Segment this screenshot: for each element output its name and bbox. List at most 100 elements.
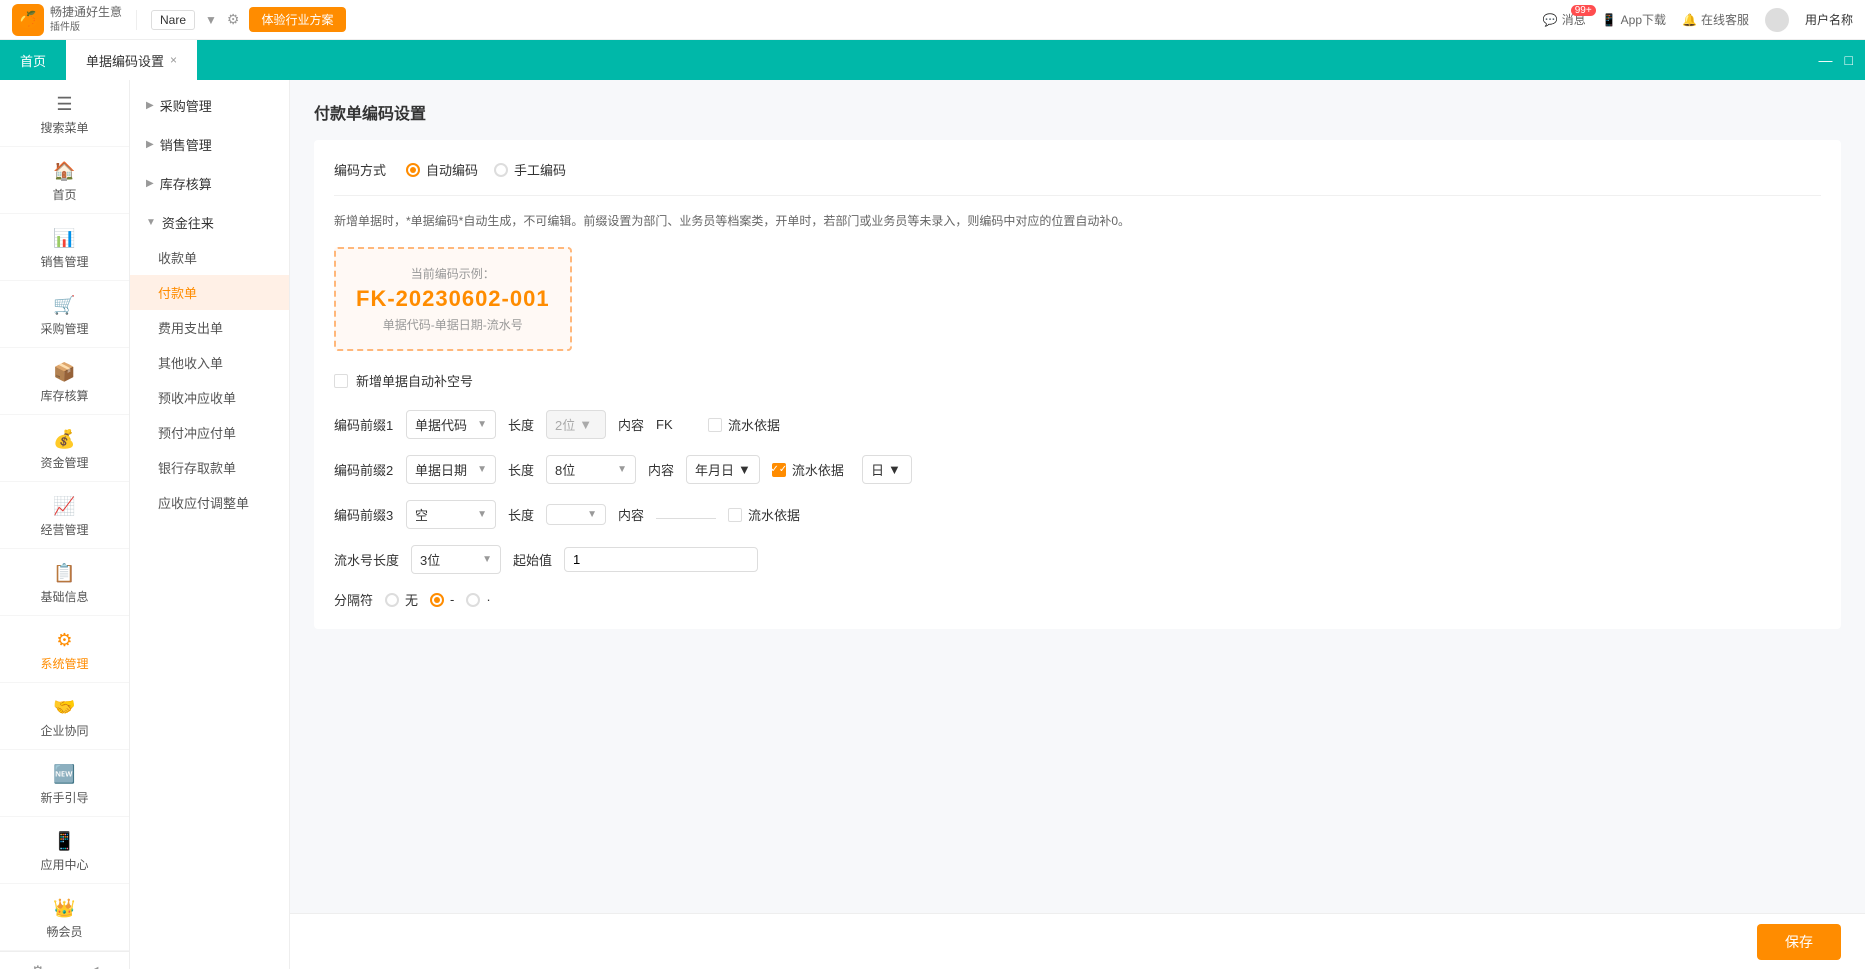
manual-encode-label: 手工编码 xyxy=(514,160,566,179)
prefix3-stream-check[interactable]: 流水依据 xyxy=(728,505,800,524)
divider xyxy=(136,10,137,30)
serial-start-label: 起始值 xyxy=(513,550,552,569)
tab-right-icons: — □ xyxy=(1819,52,1865,68)
prefix3-select[interactable]: 空 ▼ xyxy=(406,500,496,529)
prefix3-length-label: 长度 xyxy=(508,505,534,524)
prefix2-label: 编码前缀2 xyxy=(334,460,394,479)
chevron-right-icon3: ▶ xyxy=(146,178,154,189)
company-selector[interactable]: Nare xyxy=(151,10,195,30)
prefix2-day-select[interactable]: 日 ▼ xyxy=(862,455,912,484)
minimize-icon[interactable]: — xyxy=(1819,52,1833,68)
auto-fill-checkbox[interactable] xyxy=(334,374,348,388)
prefix2-length-select[interactable]: 8位 ▼ xyxy=(546,455,636,484)
prefix2-content-select[interactable]: 年月日 ▼ xyxy=(686,455,760,484)
prefix1-select[interactable]: 单据代码 ▼ xyxy=(406,410,496,439)
sidebar-guide[interactable]: 🆕 新手引导 xyxy=(0,750,129,817)
tab-settings-label: 单据编码设置 xyxy=(86,51,164,70)
app-download-button[interactable]: 📱 App下载 xyxy=(1602,11,1666,28)
sidebar-item-payment[interactable]: 付款单 xyxy=(130,275,289,310)
bottom-collapse-icon[interactable]: ◀ xyxy=(86,962,98,969)
sidebar-system[interactable]: ⚙ 系统管理 xyxy=(0,616,129,683)
prefix1-stream-check[interactable]: 流水依据 xyxy=(708,415,780,434)
company-dropdown-icon[interactable]: ▼ xyxy=(205,13,217,27)
group-inventory-header[interactable]: ▶ 库存核算 xyxy=(130,166,289,201)
group-sales: ▶ 销售管理 xyxy=(130,127,289,162)
group-capital-header[interactable]: ▼ 资金往来 xyxy=(130,205,289,240)
sidebar-bottom: ⚙ ◀ xyxy=(0,951,129,969)
encoding-method-label: 编码方式 xyxy=(334,160,386,179)
tab-settings[interactable]: 单据编码设置 × xyxy=(66,40,197,80)
search-menu-icon: ☰ xyxy=(56,94,72,115)
settings-panel: 编码方式 自动编码 手工编码 新增单据时，*单据编码*自动生成，不可编辑。前缀设… xyxy=(314,140,1841,629)
prefix2-stream-checkbox: ✓ xyxy=(772,463,786,477)
sidebar-member[interactable]: 👑 畅会员 xyxy=(0,884,129,951)
serial-start-input[interactable] xyxy=(564,547,758,572)
sidebar-item-adjust[interactable]: 应收应付调整单 xyxy=(130,485,289,520)
sidebar-sales[interactable]: 📊 销售管理 xyxy=(0,214,129,281)
main-area: 付款单编码设置 编码方式 自动编码 手工编码 xyxy=(290,80,1865,969)
serial-length-select[interactable]: 3位 ▼ xyxy=(411,545,501,574)
sidebar-operations[interactable]: 📈 经营管理 xyxy=(0,482,129,549)
sidebar-app-center[interactable]: 📱 应用中心 xyxy=(0,817,129,884)
sep-none-circle xyxy=(385,593,399,607)
group-sales-header[interactable]: ▶ 销售管理 xyxy=(130,127,289,162)
group-inventory: ▶ 库存核算 xyxy=(130,166,289,201)
avatar[interactable] xyxy=(1765,8,1789,32)
app-center-label: 应用中心 xyxy=(40,856,88,873)
trial-button[interactable]: 体验行业方案 xyxy=(249,7,345,32)
basic-info-label: 基础信息 xyxy=(40,588,88,605)
bottom-settings-icon[interactable]: ⚙ xyxy=(31,962,45,969)
sidebar-item-receipt[interactable]: 收款单 xyxy=(130,240,289,275)
serial-length-value: 3位 xyxy=(420,550,440,569)
sidebar-funds[interactable]: 💰 资金管理 xyxy=(0,415,129,482)
main-tabs: 首页 单据编码设置 × — □ xyxy=(0,40,1865,80)
prefix2-content-value: 年月日 xyxy=(695,460,734,479)
save-button[interactable]: 保存 xyxy=(1757,924,1841,960)
message-button[interactable]: 💬 消息 99+ xyxy=(1543,11,1586,28)
settings-icon[interactable]: ⚙ xyxy=(227,11,240,28)
prefix3-length-select[interactable]: ▼ xyxy=(546,504,606,525)
sidebar-purchase[interactable]: 🛒 采购管理 xyxy=(0,281,129,348)
group-sales-label: 销售管理 xyxy=(160,135,212,154)
prefix2-stream-check[interactable]: ✓ 流水依据 xyxy=(772,460,844,479)
group-purchase-label: 采购管理 xyxy=(160,96,212,115)
group-purchase-header[interactable]: ▶ 采购管理 xyxy=(130,88,289,123)
sep-dot-radio[interactable]: - xyxy=(430,592,454,607)
sidebar-item-prepay-offset[interactable]: 预收冲应收单 xyxy=(130,380,289,415)
prefix2-select[interactable]: 单据日期 ▼ xyxy=(406,455,496,484)
sep-none-label: 无 xyxy=(405,590,418,609)
prefix3-content-value xyxy=(656,510,716,519)
sidebar-home[interactable]: 🏠 首页 xyxy=(0,147,129,214)
sidebar-inventory[interactable]: 📦 库存核算 xyxy=(0,348,129,415)
prefix1-length-select[interactable]: 2位 ▼ xyxy=(546,410,606,439)
prefix2-content-label: 内容 xyxy=(648,460,674,479)
prefix3-stream-checkbox xyxy=(728,508,742,522)
sidebar-item-advance-offset[interactable]: 预付冲应付单 xyxy=(130,415,289,450)
sep-dot2-radio[interactable]: · xyxy=(466,592,490,607)
sep-none-radio[interactable]: 无 xyxy=(385,590,418,609)
funds-icon: 💰 xyxy=(53,429,75,450)
sidebar-item-expense[interactable]: 费用支出单 xyxy=(130,310,289,345)
manual-encode-radio[interactable]: 手工编码 xyxy=(494,160,566,179)
purchase-label: 采购管理 xyxy=(40,320,88,337)
tab-settings-close[interactable]: × xyxy=(170,53,177,67)
maximize-icon[interactable]: □ xyxy=(1845,52,1853,68)
member-icon: 👑 xyxy=(53,898,75,919)
prefix2-day-value: 日 xyxy=(871,460,884,479)
online-service-icon: 🔔 xyxy=(1682,13,1697,27)
online-service-button[interactable]: 🔔 在线客服 xyxy=(1682,11,1749,28)
sidebar-search-menu[interactable]: ☰ 搜索菜单 xyxy=(0,80,129,147)
sidebar-basic-info[interactable]: 📋 基础信息 xyxy=(0,549,129,616)
operations-label: 经营管理 xyxy=(40,521,88,538)
member-label: 畅会员 xyxy=(46,923,82,940)
auto-encode-radio[interactable]: 自动编码 xyxy=(406,160,478,179)
purchase-icon: 🛒 xyxy=(53,295,75,316)
content-area: ☰ 搜索菜单 🏠 首页 📊 销售管理 🛒 采购管理 📦 库存核算 💰 资金管理 … xyxy=(0,80,1865,969)
chevron-right-icon: ▶ xyxy=(146,100,154,111)
sidebar-enterprise[interactable]: 🤝 企业协同 xyxy=(0,683,129,750)
username[interactable]: 用户名称 xyxy=(1805,11,1853,28)
tab-home[interactable]: 首页 xyxy=(0,40,66,80)
sidebar-item-bank[interactable]: 银行存取款单 xyxy=(130,450,289,485)
sidebar-item-other-income[interactable]: 其他收入单 xyxy=(130,345,289,380)
tab-home-label: 首页 xyxy=(20,51,46,70)
